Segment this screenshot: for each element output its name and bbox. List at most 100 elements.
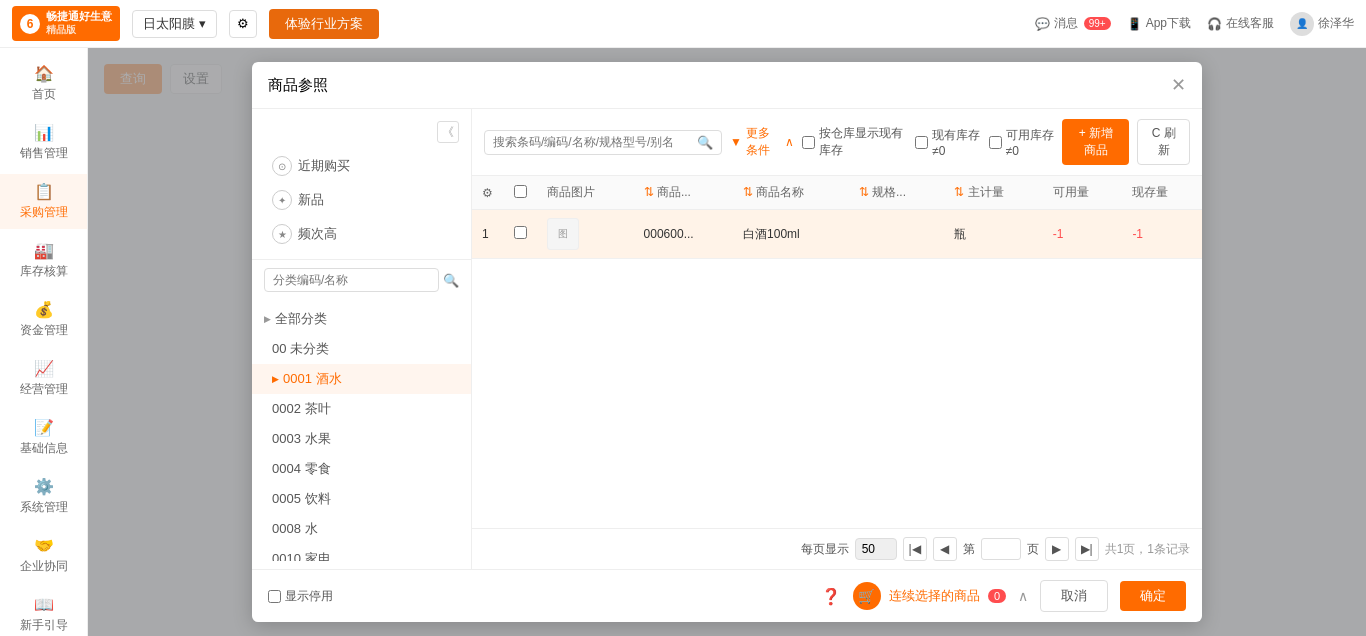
sidebar-label-enterprise: 企业协同 [20, 558, 68, 575]
cart-icon[interactable]: 🛒 [853, 582, 881, 610]
warehouse-stock-check[interactable] [802, 136, 815, 149]
table-row[interactable]: 1 图 [472, 210, 1202, 259]
nav-right: 💬 消息 99+ 📱 App下载 🎧 在线客服 👤 徐泽华 [1035, 12, 1354, 36]
enterprise-icon: 🤝 [34, 536, 54, 555]
cat-item-water[interactable]: 0008 水 [252, 514, 471, 544]
show-disabled-label: 显示停用 [285, 588, 333, 605]
sidebar-label-operations: 经营管理 [20, 381, 68, 398]
sidebar-label-basic: 基础信息 [20, 440, 68, 457]
next-page-button[interactable]: ▶ [1045, 537, 1069, 561]
cat-item-all[interactable]: ▶ 全部分类 [252, 304, 471, 334]
quick-high-freq[interactable]: ★ 频次高 [264, 219, 459, 249]
first-page-button[interactable]: |◀ [903, 537, 927, 561]
category-search-input[interactable] [264, 268, 439, 292]
online-service-button[interactable]: 🎧 在线客服 [1207, 15, 1274, 32]
sidebar-item-sales[interactable]: 📊 销售管理 [0, 115, 87, 170]
cat-item-liquor[interactable]: ▶ 0001 酒水 [252, 364, 471, 394]
row-unit-cell: 瓶 [944, 210, 1043, 259]
available-stock-check[interactable] [989, 136, 1002, 149]
sidebar-item-basic[interactable]: 📝 基础信息 [0, 410, 87, 465]
page-number-input[interactable]: 1 [981, 538, 1021, 560]
search-icon[interactable]: 🔍 [697, 135, 713, 150]
page-size-select[interactable]: 50 [855, 538, 897, 560]
col-name[interactable]: ⇅ 商品名称 [733, 176, 849, 210]
high-freq-icon: ★ [272, 224, 292, 244]
refresh-button[interactable]: C 刷新 [1137, 119, 1190, 165]
select-all-checkbox[interactable] [514, 185, 527, 198]
row-checkbox-cell[interactable] [504, 210, 537, 259]
user-menu[interactable]: 👤 徐泽华 [1290, 12, 1354, 36]
app-download-button[interactable]: 📱 App下载 [1127, 15, 1191, 32]
available-stock-checkbox[interactable]: 可用库存≠0 [989, 127, 1055, 158]
cat-item-appliance[interactable]: 0010 家电 [252, 544, 471, 561]
system-icon: ⚙️ [34, 477, 54, 496]
settings-icon[interactable]: ⚙ [229, 10, 257, 38]
row-code-cell: 000600... [634, 210, 734, 259]
quick-new-products[interactable]: ✦ 新品 [264, 185, 459, 215]
headset-icon: 🎧 [1207, 17, 1222, 31]
confirm-button[interactable]: 确定 [1120, 581, 1186, 611]
show-disabled-check[interactable] [268, 590, 281, 603]
last-page-button[interactable]: ▶| [1075, 537, 1099, 561]
sidebar-item-finance[interactable]: 💰 资金管理 [0, 292, 87, 347]
cat-item-fruit[interactable]: 0003 水果 [252, 424, 471, 454]
message-button[interactable]: 💬 消息 99+ [1035, 15, 1111, 32]
sidebar-item-guide[interactable]: 📖 新手引导 [0, 587, 87, 636]
more-filter-button[interactable]: ▼ 更多条件 ∧ [730, 125, 794, 159]
sidebar-label-guide: 新手引导 [20, 617, 68, 634]
warehouse-stock-checkbox[interactable]: 按仓库显示现有库存 [802, 125, 907, 159]
col-settings[interactable]: ⚙ [472, 176, 504, 210]
filter-icon: ▼ [730, 135, 742, 149]
current-stock-check[interactable] [915, 136, 928, 149]
category-search-icon[interactable]: 🔍 [443, 273, 459, 288]
sidebar-item-system[interactable]: ⚙️ 系统管理 [0, 469, 87, 524]
cat-item-beverage[interactable]: 0005 饮料 [252, 484, 471, 514]
cat-arrow-all: ▶ [264, 314, 271, 324]
sidebar-item-operations[interactable]: 📈 经营管理 [0, 351, 87, 406]
product-search-input[interactable] [493, 135, 693, 149]
purchase-icon: 📋 [34, 182, 54, 201]
warehouse-stock-label: 按仓库显示现有库存 [819, 125, 907, 159]
avatar: 👤 [1290, 12, 1314, 36]
available-stock-label: 可用库存≠0 [1006, 127, 1055, 158]
row-stock-cell: -1 [1122, 210, 1202, 259]
col-unit[interactable]: ⇅ 主计量 [944, 176, 1043, 210]
category-list: ▶ 全部分类 00 未分类 ▶ 0001 酒水 0002 茶 [252, 300, 471, 561]
show-disabled-checkbox[interactable]: 显示停用 [268, 588, 333, 605]
col-code[interactable]: ⇅ 商品... [634, 176, 734, 210]
cta-button[interactable]: 体验行业方案 [269, 9, 379, 39]
filter-chevron-icon: ∧ [785, 135, 794, 149]
collapse-cart-button[interactable]: ∧ [1018, 588, 1028, 604]
collapse-panel-button[interactable]: 《 [437, 121, 459, 143]
page-label: 第 [963, 541, 975, 558]
sidebar-item-home[interactable]: 🏠 首页 [0, 56, 87, 111]
sidebar-item-enterprise[interactable]: 🤝 企业协同 [0, 528, 87, 583]
nav-branch-dropdown[interactable]: 日太阳膜 ▾ [132, 10, 217, 38]
cat-item-snack[interactable]: 0004 零食 [252, 454, 471, 484]
col-checkbox [504, 176, 537, 210]
help-icon[interactable]: ❓ [821, 587, 841, 606]
quick-recent-buy[interactable]: ⊙ 近期购买 [264, 151, 459, 181]
home-icon: 🏠 [34, 64, 54, 83]
table-settings-icon[interactable]: ⚙ [482, 186, 493, 200]
current-stock-checkbox[interactable]: 现有库存≠0 [915, 127, 981, 158]
cart-info: 🛒 连续选择的商品 0 [853, 582, 1006, 610]
row-checkbox[interactable] [514, 226, 527, 239]
prev-page-button[interactable]: ◀ [933, 537, 957, 561]
sidebar-item-purchase[interactable]: 📋 采购管理 [0, 174, 87, 229]
phone-icon: 📱 [1127, 17, 1142, 31]
col-spec[interactable]: ⇅ 规格... [849, 176, 945, 210]
add-product-button[interactable]: + 新增商品 [1062, 119, 1129, 165]
top-nav: 6 畅捷通好生意 精品版 日太阳膜 ▾ ⚙ 体验行业方案 💬 消息 99+ 📱 … [0, 0, 1366, 48]
sidebar-item-inventory[interactable]: 🏭 库存核算 [0, 233, 87, 288]
message-badge: 99+ [1084, 17, 1111, 30]
cat-item-tea[interactable]: 0002 茶叶 [252, 394, 471, 424]
modal-close-button[interactable]: ✕ [1171, 74, 1186, 96]
cat-item-uncategorized[interactable]: 00 未分类 [252, 334, 471, 364]
inventory-icon: 🏭 [34, 241, 54, 260]
main-layout: 🏠 首页 📊 销售管理 📋 采购管理 🏭 库存核算 💰 资金管理 📈 经营管理 … [0, 48, 1366, 636]
cancel-button[interactable]: 取消 [1040, 580, 1108, 612]
sidebar-label-home: 首页 [32, 86, 56, 103]
main-content: 查询 设置 商品参照 ✕ [88, 48, 1366, 636]
modal-title: 商品参照 [268, 76, 328, 95]
